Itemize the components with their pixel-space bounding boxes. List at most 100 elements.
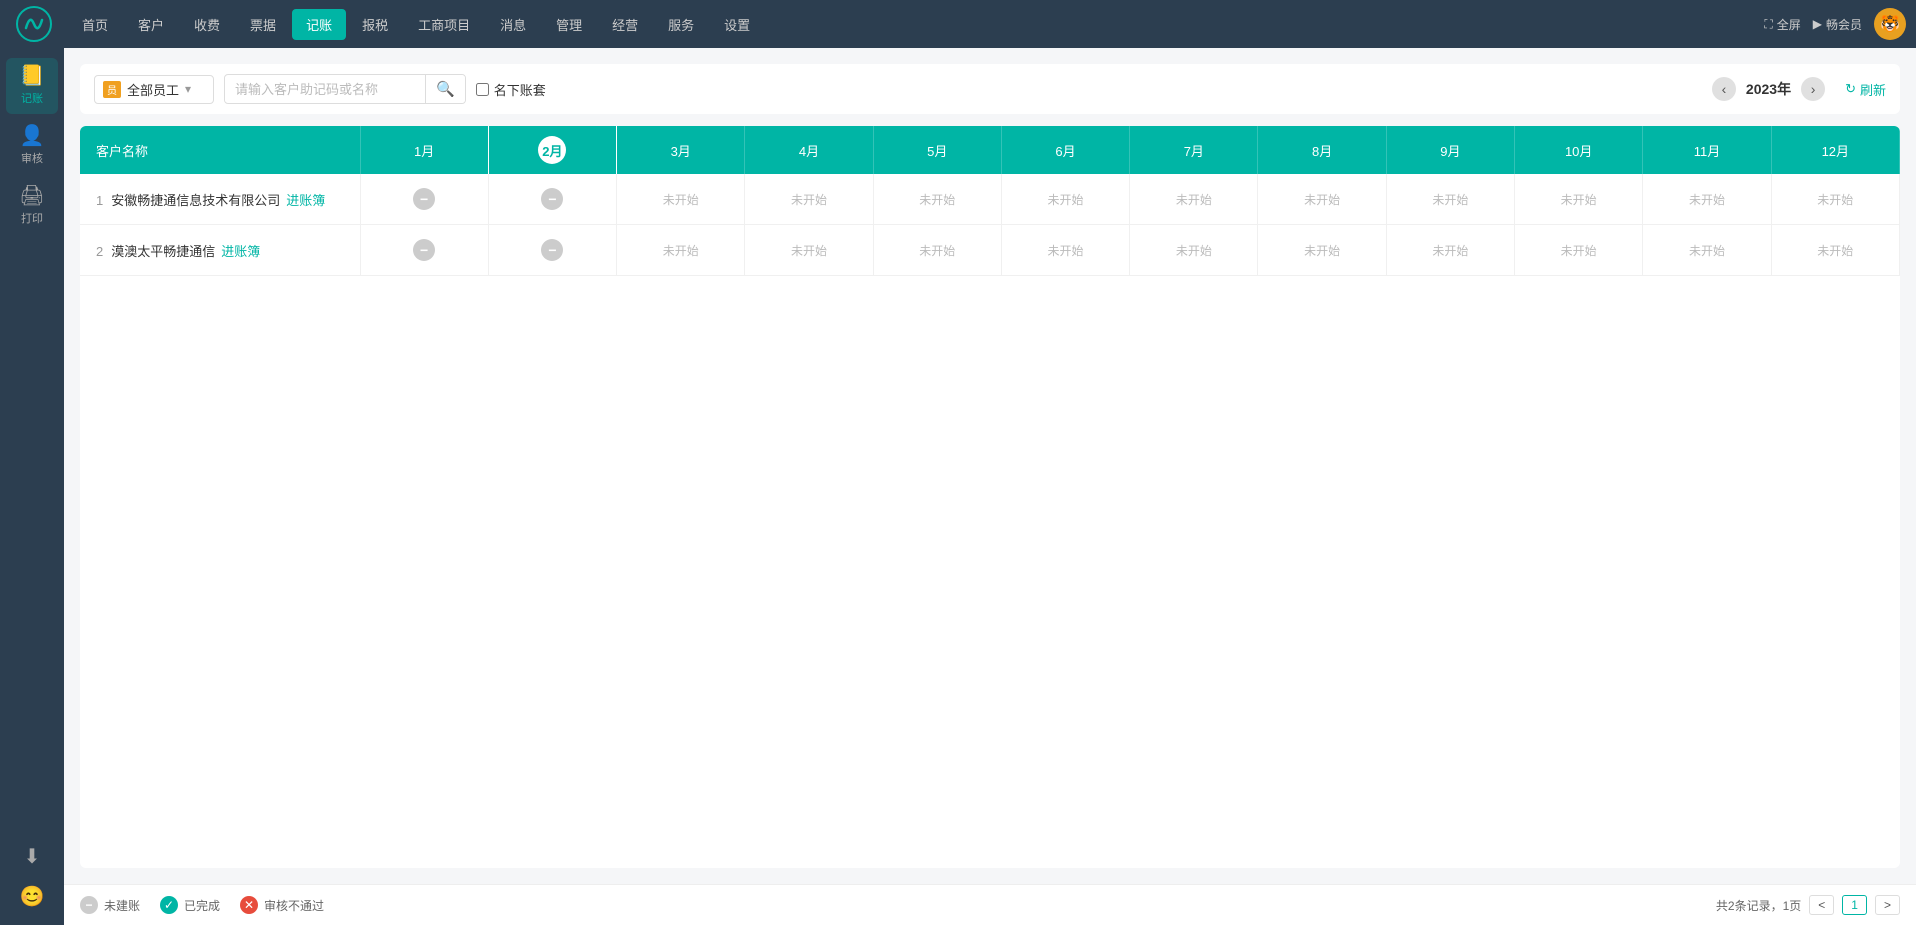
nav-fee[interactable]: 收费 bbox=[180, 9, 234, 40]
table-row: 1安徽畅捷通信息技术有限公司进账簿−−未开始未开始未开始未开始未开始未开始未开始… bbox=[80, 174, 1900, 225]
fullscreen-button[interactable]: ⛶ 全屏 bbox=[1764, 16, 1800, 33]
sidebar-item-accounting-label: 记账 bbox=[21, 90, 43, 106]
nav-tax[interactable]: 报税 bbox=[348, 9, 402, 40]
cell-month-2-row-0: − bbox=[488, 174, 616, 225]
status-not-started: 未开始 bbox=[1561, 244, 1597, 258]
legend-rejected-label: 审核不通过 bbox=[264, 897, 324, 914]
status-not-started: 未开始 bbox=[1304, 244, 1340, 258]
cell-client-name-0: 1安徽畅捷通信息技术有限公司进账簿 bbox=[80, 174, 360, 225]
nav-operation[interactable]: 经营 bbox=[598, 9, 652, 40]
page-next-button[interactable]: > bbox=[1875, 895, 1900, 915]
sidebar: 📒 记账 👤 审核 🖨 打印 ⬇ 😊 bbox=[0, 48, 64, 925]
enter-ledger-link[interactable]: 进账簿 bbox=[286, 193, 325, 208]
pagination-total: 共2条记录，1页 bbox=[1716, 897, 1801, 914]
cell-client-name-1: 2漠澳太平畅捷通信进账簿 bbox=[80, 225, 360, 276]
refresh-label: 刷新 bbox=[1860, 80, 1886, 99]
status-not-started: 未开始 bbox=[1817, 244, 1853, 258]
sidebar-bottom: ⬇ 😊 bbox=[6, 839, 58, 915]
avatar[interactable]: 🐯 bbox=[1874, 8, 1906, 40]
sidebar-item-accounting[interactable]: 📒 记账 bbox=[6, 58, 58, 114]
sidebar-user[interactable]: 😊 bbox=[6, 879, 58, 915]
sidebar-item-print-label: 打印 bbox=[21, 210, 43, 226]
content: 员 全部员工 ▾ 🔍 名下账套 ‹ 2023年 › bbox=[64, 48, 1916, 925]
status-not-started: 未开始 bbox=[791, 244, 827, 258]
cell-month-12-row-1: 未开始 bbox=[1771, 225, 1899, 276]
nav-manage[interactable]: 管理 bbox=[542, 9, 596, 40]
cell-month-4-row-0: 未开始 bbox=[745, 174, 873, 225]
year-next-button[interactable]: › bbox=[1801, 77, 1825, 101]
legend-completed-label: 已完成 bbox=[184, 897, 220, 914]
cell-month-6-row-0: 未开始 bbox=[1001, 174, 1129, 225]
status-not-started: 未开始 bbox=[1561, 193, 1597, 207]
sidebar-item-review-label: 审核 bbox=[21, 150, 43, 166]
col-month-9: 9月 bbox=[1386, 126, 1514, 174]
employee-label: 全部员工 bbox=[127, 80, 179, 99]
footer: − 未建账 ✓ 已完成 ✕ 审核不通过 共2条记录，1页 < 1 > bbox=[64, 884, 1916, 925]
col-month-3: 3月 bbox=[617, 126, 745, 174]
page-content: 员 全部员工 ▾ 🔍 名下账套 ‹ 2023年 › bbox=[64, 48, 1916, 884]
nav-settings[interactable]: 设置 bbox=[710, 9, 764, 40]
status-not-started: 未开始 bbox=[1432, 193, 1468, 207]
review-icon: 👤 bbox=[20, 126, 45, 146]
cell-month-9-row-1: 未开始 bbox=[1386, 225, 1514, 276]
sidebar-item-review[interactable]: 👤 审核 bbox=[6, 118, 58, 174]
search-button[interactable]: 🔍 bbox=[425, 75, 465, 103]
status-not-started: 未开始 bbox=[1817, 193, 1853, 207]
search-input-wrap: 🔍 bbox=[224, 74, 466, 104]
cell-month-8-row-0: 未开始 bbox=[1258, 174, 1386, 225]
cell-month-10-row-0: 未开始 bbox=[1515, 174, 1643, 225]
fullscreen-label: 全屏 bbox=[1777, 16, 1801, 33]
cell-month-4-row-1: 未开始 bbox=[745, 225, 873, 276]
top-nav-right: ⛶ 全屏 ▶ 畅会员 🐯 bbox=[1764, 8, 1906, 40]
cell-month-10-row-1: 未开始 bbox=[1515, 225, 1643, 276]
member-label: 畅会员 bbox=[1826, 16, 1862, 33]
col-month-5: 5月 bbox=[873, 126, 1001, 174]
user-icon: 😊 bbox=[20, 887, 45, 907]
nav-service[interactable]: 服务 bbox=[654, 9, 708, 40]
enter-ledger-link[interactable]: 进账簿 bbox=[221, 244, 260, 259]
page-prev-button[interactable]: < bbox=[1809, 895, 1834, 915]
checkbox-wrap[interactable]: 名下账套 bbox=[476, 80, 546, 99]
status-not-started: 未开始 bbox=[1689, 244, 1725, 258]
status-not-started: 未开始 bbox=[1048, 244, 1084, 258]
sidebar-item-print[interactable]: 🖨 打印 bbox=[6, 178, 58, 234]
checkbox-label: 名下账套 bbox=[494, 80, 546, 99]
sidebar-download[interactable]: ⬇ bbox=[6, 839, 58, 875]
nav-business[interactable]: 工商项目 bbox=[404, 9, 484, 40]
cell-month-12-row-0: 未开始 bbox=[1771, 174, 1899, 225]
nav-accounting[interactable]: 记账 bbox=[292, 9, 346, 40]
status-not-started: 未开始 bbox=[919, 193, 955, 207]
chevron-down-icon: ▾ bbox=[185, 82, 191, 96]
table-wrap: 客户名称 1月 2月 3月 4月 5月 6月 7月 8月 9月 bbox=[80, 126, 1900, 868]
year-nav: ‹ 2023年 › bbox=[1712, 77, 1825, 101]
year-prev-button[interactable]: ‹ bbox=[1712, 77, 1736, 101]
col-client-name: 客户名称 bbox=[80, 126, 360, 174]
page-current: 1 bbox=[1842, 895, 1867, 915]
legend-rejected-icon: ✕ bbox=[240, 896, 258, 914]
download-icon: ⬇ bbox=[24, 847, 41, 867]
logo bbox=[10, 6, 58, 42]
member-button[interactable]: ▶ 畅会员 bbox=[1813, 16, 1862, 33]
employee-select[interactable]: 员 全部员工 ▾ bbox=[94, 75, 214, 104]
my-accounts-checkbox[interactable] bbox=[476, 83, 489, 96]
nav-message[interactable]: 消息 bbox=[486, 9, 540, 40]
employee-tag: 员 bbox=[103, 81, 121, 98]
nav-home[interactable]: 首页 bbox=[68, 9, 122, 40]
legend-completed: ✓ 已完成 bbox=[160, 896, 220, 914]
status-not-started: 未开始 bbox=[1432, 244, 1468, 258]
col-month-2: 2月 bbox=[488, 126, 616, 174]
main-table: 客户名称 1月 2月 3月 4月 5月 6月 7月 8月 9月 bbox=[80, 126, 1900, 276]
fullscreen-icon: ⛶ bbox=[1764, 17, 1772, 32]
cell-month-5-row-0: 未开始 bbox=[873, 174, 1001, 225]
nav-client[interactable]: 客户 bbox=[124, 9, 178, 40]
status-dash-icon: − bbox=[541, 188, 563, 210]
refresh-button[interactable]: ↻ 刷新 bbox=[1845, 80, 1886, 99]
status-not-started: 未开始 bbox=[1689, 193, 1725, 207]
nav-invoice[interactable]: 票据 bbox=[236, 9, 290, 40]
cell-month-6-row-1: 未开始 bbox=[1001, 225, 1129, 276]
search-input[interactable] bbox=[225, 77, 425, 102]
cell-month-3-row-0: 未开始 bbox=[617, 174, 745, 225]
print-icon: 🖨 bbox=[19, 186, 44, 206]
status-not-started: 未开始 bbox=[663, 193, 699, 207]
legend-rejected: ✕ 审核不通过 bbox=[240, 896, 324, 914]
